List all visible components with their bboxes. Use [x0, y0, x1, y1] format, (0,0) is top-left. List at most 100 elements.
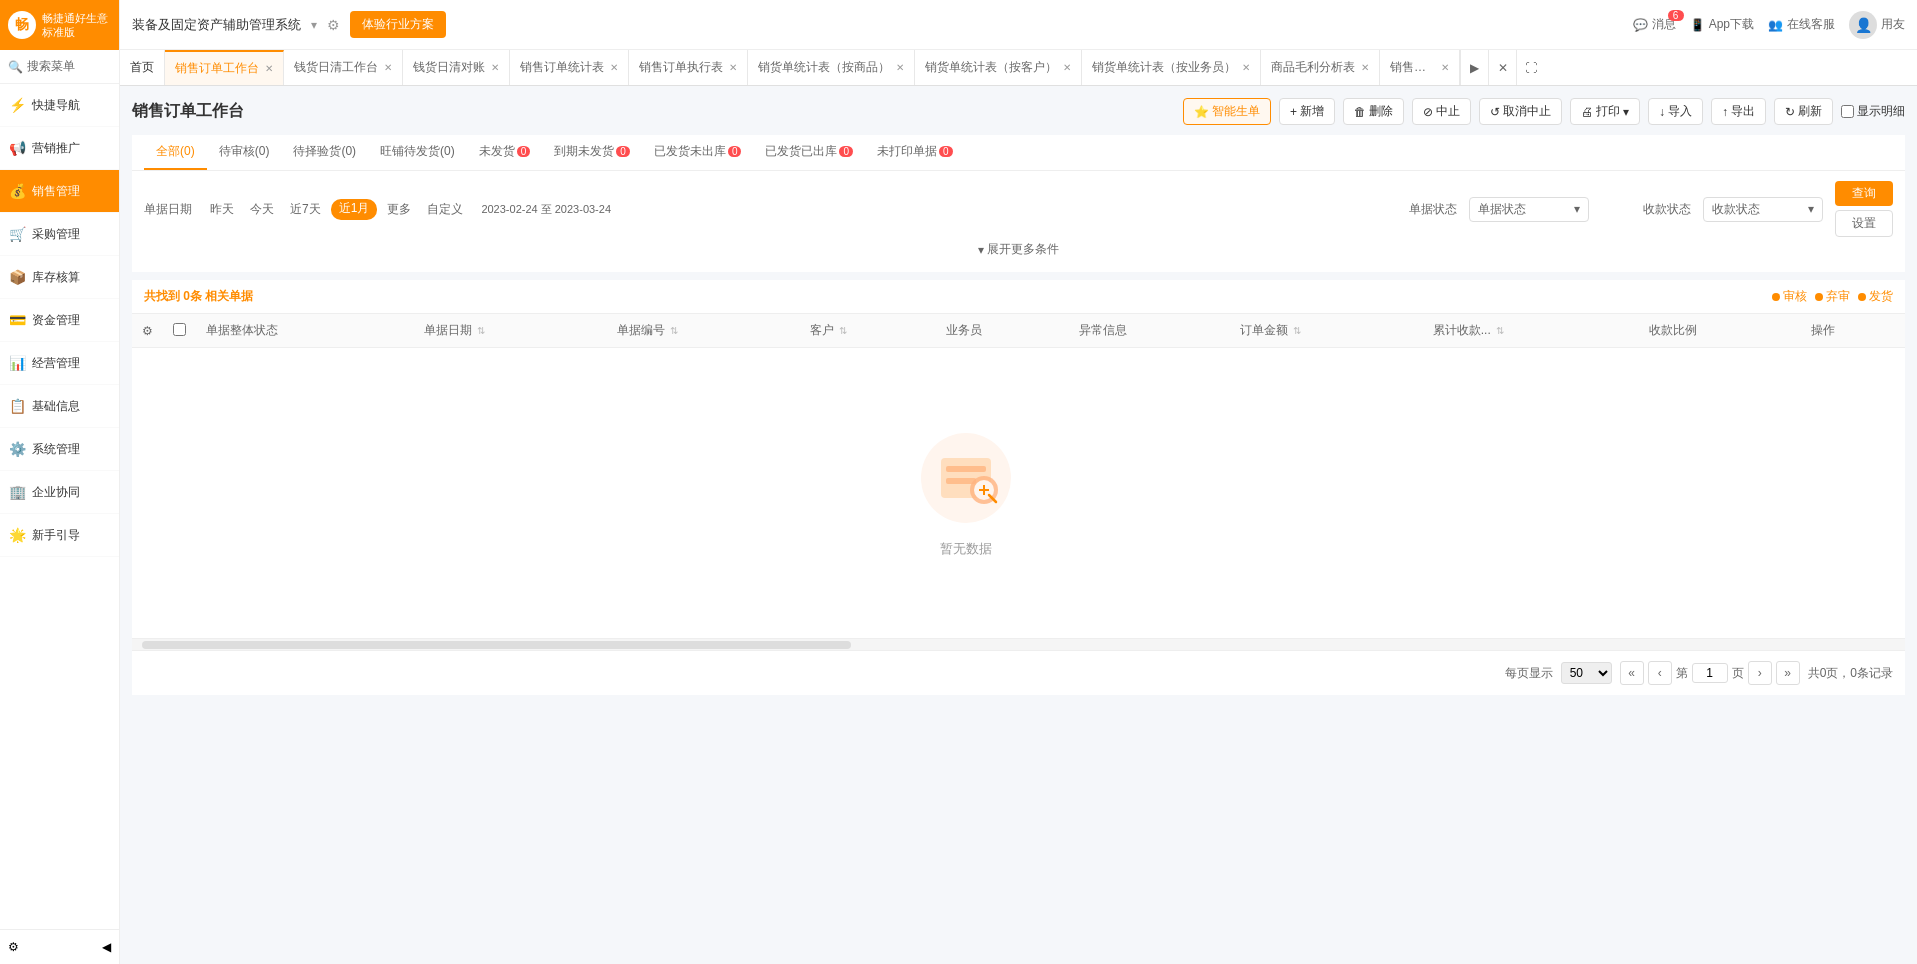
dropdown-icon[interactable]: ▾: [311, 18, 317, 32]
add-button[interactable]: + 新增: [1279, 98, 1335, 125]
tab-close-icon[interactable]: ✕: [491, 62, 499, 73]
select-all-checkbox[interactable]: [173, 323, 186, 336]
cancel-review-action-btn[interactable]: 弃审: [1815, 288, 1850, 305]
query-button[interactable]: 查询: [1835, 181, 1893, 206]
message-icon-item[interactable]: 💬 6 消息: [1633, 16, 1676, 33]
tab-sales-sum-customer[interactable]: 销货单统计表（按客户） ✕: [915, 50, 1082, 86]
tab-maximize[interactable]: ⛶: [1516, 50, 1544, 86]
sidebar: 畅 畅捷通好生意 标准版 🔍 搜索菜单 ⚡ 快捷导航 📢 营销推广 💰 销售管理…: [0, 0, 120, 964]
date-btn-custom[interactable]: 自定义: [421, 199, 469, 220]
tab-close-icon[interactable]: ✕: [1441, 62, 1449, 73]
show-detail-checkbox[interactable]: [1841, 105, 1854, 118]
sidebar-item-marketing[interactable]: 📢 营销推广: [0, 127, 119, 170]
tab-close-icon[interactable]: ✕: [384, 62, 392, 73]
tab-sales-exec[interactable]: 销售订单执行表 ✕: [629, 50, 748, 86]
online-service-item[interactable]: 👥 在线客服: [1768, 16, 1835, 33]
date-btn-1month[interactable]: 近1月: [331, 199, 378, 220]
tab-cash-daily[interactable]: 钱货日清对账 ✕: [403, 50, 510, 86]
tab-sales-workbench[interactable]: 销售订单工作台 ✕: [165, 50, 284, 86]
next-page-btn[interactable]: ›: [1748, 661, 1772, 685]
sub-tab-not-shipped[interactable]: 未发货0: [467, 135, 543, 170]
collapse-icon[interactable]: ◀: [102, 940, 111, 954]
tab-close-icon[interactable]: ✕: [896, 62, 904, 73]
sidebar-item-purchase[interactable]: 🛒 采购管理: [0, 213, 119, 256]
expand-filter-button[interactable]: ▾ 展开更多条件: [144, 237, 1893, 262]
tab-sales-sum-staff[interactable]: 销货单统计表（按业务员） ✕: [1082, 50, 1261, 86]
sidebar-search[interactable]: 🔍 搜索菜单: [0, 50, 119, 84]
tab-scroll-right[interactable]: ▶: [1460, 50, 1488, 86]
user-item[interactable]: 👤 用友: [1849, 11, 1905, 39]
first-page-btn[interactable]: «: [1620, 661, 1644, 685]
page-number-input[interactable]: [1692, 663, 1728, 683]
settings-icon[interactable]: ⚙: [8, 940, 19, 954]
sub-tab-all[interactable]: 全部(0): [144, 135, 207, 170]
refresh-button[interactable]: ↻ 刷新: [1774, 98, 1833, 125]
sub-tab-not-printed[interactable]: 未打印单据0: [865, 135, 965, 170]
last-page-btn[interactable]: »: [1776, 661, 1800, 685]
total-info: 共0页，0条记录: [1808, 665, 1893, 682]
smart-create-button[interactable]: ⭐ 智能生单: [1183, 98, 1271, 125]
col-header-settings[interactable]: ⚙: [132, 314, 163, 348]
import-button[interactable]: ↓ 导入: [1648, 98, 1703, 125]
status-select[interactable]: 单据状态 ▾: [1469, 197, 1589, 222]
sidebar-item-quick-nav[interactable]: ⚡ 快捷导航: [0, 84, 119, 127]
sub-tab-shipped-out[interactable]: 已发货已出库0: [753, 135, 865, 170]
per-page-select[interactable]: 50 100 200: [1561, 662, 1612, 684]
tab-sales-more[interactable]: 销售毛利 ✕: [1380, 50, 1460, 86]
tab-home[interactable]: 首页: [120, 50, 165, 86]
cancel-stop-button[interactable]: ↺ 取消中止: [1479, 98, 1562, 125]
date-btn-more[interactable]: 更多: [381, 199, 417, 220]
col-header-checkbox[interactable]: [163, 314, 196, 348]
payment-select[interactable]: 收款状态 ▾: [1703, 197, 1823, 222]
scroll-area[interactable]: [132, 638, 1905, 650]
col-header-amount[interactable]: 订单金额 ⇅: [1230, 314, 1423, 348]
prev-page-btn[interactable]: ‹: [1648, 661, 1672, 685]
tab-close-icon[interactable]: ✕: [1361, 62, 1369, 73]
sidebar-item-basic-info[interactable]: 📋 基础信息: [0, 385, 119, 428]
print-button[interactable]: 🖨 打印 ▾: [1570, 98, 1640, 125]
tab-close-icon[interactable]: ✕: [1063, 62, 1071, 73]
stop-button[interactable]: ⊘ 中止: [1412, 98, 1471, 125]
tab-close-icon[interactable]: ✕: [1242, 62, 1250, 73]
tab-close-icon[interactable]: ✕: [610, 62, 618, 73]
col-header-collected[interactable]: 累计收款... ⇅: [1423, 314, 1640, 348]
sub-tab-overdue[interactable]: 到期未发货0: [542, 135, 642, 170]
refresh-icon: ↻: [1785, 105, 1795, 119]
col-header-date[interactable]: 单据日期 ⇅: [414, 314, 607, 348]
sidebar-item-operations[interactable]: 📊 经营管理: [0, 342, 119, 385]
tab-close-all[interactable]: ✕: [1488, 50, 1516, 86]
sub-tab-pending-review[interactable]: 待审核(0): [207, 135, 282, 170]
solution-button[interactable]: 体验行业方案: [350, 11, 446, 38]
date-btn-7days[interactable]: 近7天: [284, 199, 327, 220]
col-header-number[interactable]: 单据编号 ⇅: [607, 314, 800, 348]
sub-tab-wangpu[interactable]: 旺铺待发货(0): [368, 135, 467, 170]
sidebar-item-inventory[interactable]: 📦 库存核算: [0, 256, 119, 299]
date-btn-today[interactable]: 今天: [244, 199, 280, 220]
sub-tab-pending-inspect[interactable]: 待择验货(0): [281, 135, 368, 170]
sidebar-item-new-guide[interactable]: 🌟 新手引导: [0, 514, 119, 557]
sub-tab-shipped-not-out[interactable]: 已发货未出库0: [642, 135, 754, 170]
sidebar-item-finance[interactable]: 💳 资金管理: [0, 299, 119, 342]
review-action-btn[interactable]: 审核: [1772, 288, 1807, 305]
delete-button[interactable]: 🗑 删除: [1343, 98, 1404, 125]
app-download-item[interactable]: 📱 App下载: [1690, 16, 1754, 33]
tab-gross-analysis[interactable]: 商品毛利分析表 ✕: [1261, 50, 1380, 86]
sidebar-item-system[interactable]: ⚙️ 系统管理: [0, 428, 119, 471]
header-actions: ⭐ 智能生单 + 新增 🗑 删除 ⊘ 中止 ↺ 取消中止: [1183, 98, 1905, 125]
tab-sales-stats[interactable]: 销售订单统计表 ✕: [510, 50, 629, 86]
scroll-thumb[interactable]: [142, 641, 851, 649]
date-btn-yesterday[interactable]: 昨天: [204, 199, 240, 220]
export-button[interactable]: ↑ 导出: [1711, 98, 1766, 125]
show-detail-checkbox-label[interactable]: 显示明细: [1841, 103, 1905, 120]
tab-sales-sum-product[interactable]: 销货单统计表（按商品） ✕: [748, 50, 915, 86]
sidebar-item-sales[interactable]: 💰 销售管理: [0, 170, 119, 213]
system-icon: ⚙️: [8, 440, 26, 458]
col-header-customer[interactable]: 客户 ⇅: [800, 314, 936, 348]
ship-action-btn[interactable]: 发货: [1858, 288, 1893, 305]
gear-icon[interactable]: ⚙: [327, 17, 340, 33]
tab-cashier-daily[interactable]: 钱货日清工作台 ✕: [284, 50, 403, 86]
setting-button[interactable]: 设置: [1835, 210, 1893, 237]
sidebar-item-enterprise[interactable]: 🏢 企业协同: [0, 471, 119, 514]
tab-close-icon[interactable]: ✕: [265, 63, 273, 74]
tab-close-icon[interactable]: ✕: [729, 62, 737, 73]
